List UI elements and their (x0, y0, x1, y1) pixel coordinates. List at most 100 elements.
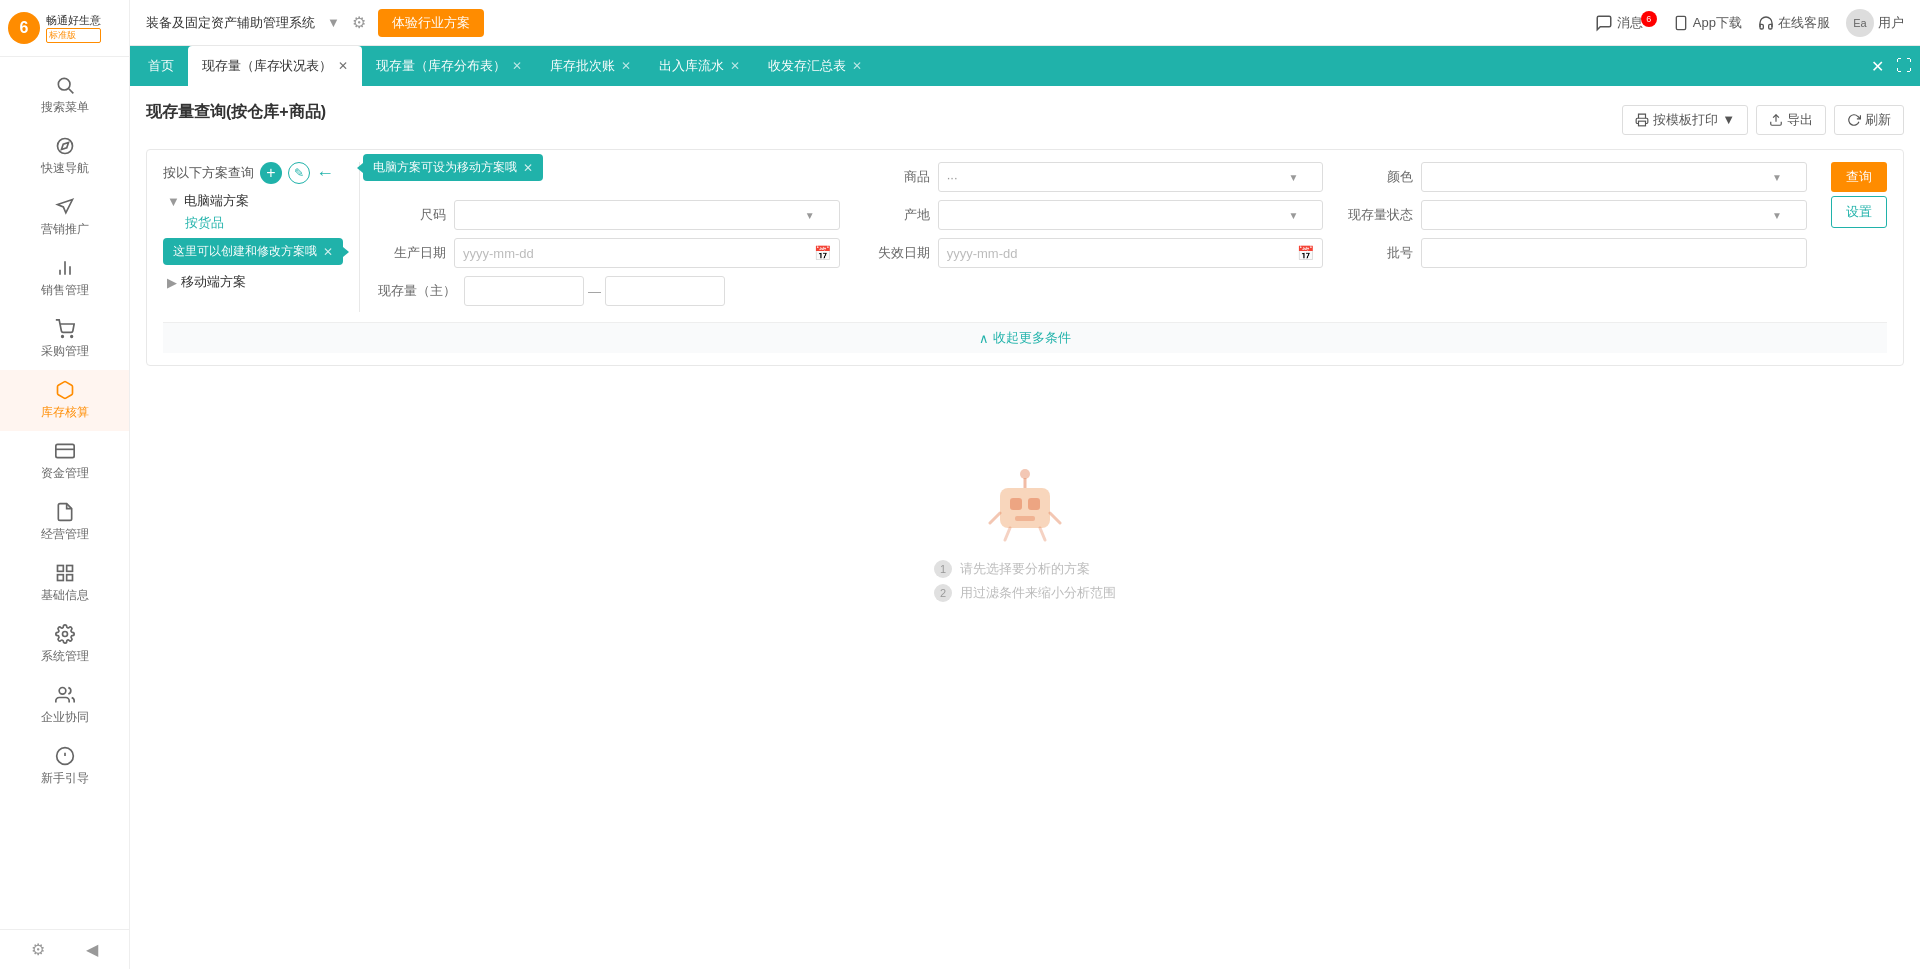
produce-date-placeholder: yyyy-mm-dd (463, 246, 534, 261)
origin-select[interactable]: ▼ (938, 200, 1324, 230)
svg-point-16 (59, 688, 66, 695)
search-btn[interactable]: 查询 (1831, 162, 1887, 192)
product-placeholder: ··· (947, 170, 958, 185)
tab-close-all-btn[interactable]: ✕ (1867, 53, 1888, 80)
add-scheme-btn[interactable]: + (260, 162, 282, 184)
tab-expand-btn[interactable]: ⛶ (1892, 53, 1916, 79)
message-badge: 6 (1641, 11, 1657, 27)
system-dropdown-icon[interactable]: ▼ (327, 15, 340, 30)
refresh-icon (1847, 113, 1861, 127)
tooltip-scheme-text: 电脑方案可设为移动方案哦 (373, 159, 517, 176)
chart-icon (55, 258, 75, 278)
stock-status-dropdown-icon: ▼ (1772, 210, 1782, 221)
filter-area: 按以下方案查询 + ✎ ← 电脑方案可设为移动方案哦 ✕ (146, 149, 1904, 366)
sidebar-item-inventory[interactable]: 库存核算 (0, 370, 129, 431)
compass-icon (55, 136, 75, 156)
stock-max-input[interactable] (605, 276, 725, 306)
svg-line-33 (1040, 528, 1045, 540)
origin-control: ▼ (938, 200, 1324, 230)
sidebar-item-quick[interactable]: 快速导航 (0, 126, 129, 187)
expire-date-input[interactable]: yyyy-mm-dd 📅 (938, 238, 1324, 268)
sidebar-item-finance[interactable]: 资金管理 (0, 431, 129, 492)
trial-btn[interactable]: 体验行业方案 (378, 9, 484, 37)
svg-point-7 (61, 336, 63, 338)
reset-btn[interactable]: 设置 (1831, 196, 1887, 228)
sidebar-item-label: 经营管理 (41, 526, 89, 543)
svg-line-32 (1005, 528, 1010, 540)
tab-2[interactable]: 库存批次账 ✕ (536, 46, 645, 86)
sidebar-item-label: 销售管理 (41, 282, 89, 299)
sidebar-item-operation[interactable]: 经营管理 (0, 492, 129, 553)
tab-close-3[interactable]: ✕ (730, 59, 740, 73)
color-control: ▼ (1421, 162, 1807, 192)
back-arrow-icon[interactable]: ← (316, 163, 334, 184)
size-select[interactable]: ▼ (454, 200, 840, 230)
scheme-group-1-label: 电脑端方案 (184, 192, 249, 210)
stock-min-input[interactable] (464, 276, 584, 306)
tab-1[interactable]: 现存量（库存分布表） ✕ (362, 46, 536, 86)
scheme-group-1[interactable]: ▼ 电脑端方案 (163, 190, 343, 212)
field-color: 颜色 ▼ (1343, 162, 1807, 192)
tab-home[interactable]: 首页 (134, 57, 188, 75)
logo-icon: 6 (8, 12, 40, 44)
stock-status-label: 现存量状态 (1343, 206, 1413, 224)
scheme-item-0[interactable]: 按货品 (181, 212, 343, 234)
batch-input[interactable] (1421, 238, 1807, 268)
export-btn[interactable]: 导出 (1756, 105, 1826, 135)
message-btn[interactable]: 消息 6 (1595, 14, 1657, 32)
sidebar-item-system[interactable]: 系统管理 (0, 614, 129, 675)
svg-rect-25 (1010, 498, 1022, 510)
tooltip-scheme-close[interactable]: ✕ (523, 161, 533, 175)
produce-date-control: yyyy-mm-dd 📅 (454, 238, 840, 268)
stock-status-select[interactable]: ▼ (1421, 200, 1807, 230)
tab-close-4[interactable]: ✕ (852, 59, 862, 73)
edit-scheme-btn[interactable]: ✎ (288, 162, 310, 184)
handshake-icon (55, 685, 75, 705)
tooltip-edit-close[interactable]: ✕ (323, 245, 333, 259)
sidebar-item-guide[interactable]: 新手引导 (0, 736, 129, 797)
export-icon (1769, 113, 1783, 127)
tab-label-1: 现存量（库存分布表） (376, 57, 506, 75)
empty-hints: 1 请先选择要分析的方案 2 用过滤条件来缩小分析范围 (934, 560, 1116, 602)
print-icon (1635, 113, 1649, 127)
print-btn[interactable]: 按模板打印 ▼ (1622, 105, 1748, 135)
sidebar-item-sales[interactable]: 销售管理 (0, 248, 129, 309)
scheme-toggle-2-icon: ▶ (167, 275, 177, 290)
app-download-btn[interactable]: App下载 (1673, 14, 1742, 32)
collapse-sidebar-icon[interactable]: ◀ (86, 940, 98, 959)
size-label: 尺码 (376, 206, 446, 224)
product-select[interactable]: ··· ▼ (938, 162, 1324, 192)
origin-dropdown-icon: ▼ (1288, 210, 1298, 221)
sidebar-item-label: 采购管理 (41, 343, 89, 360)
filter-label: 按以下方案查询 (163, 164, 254, 182)
origin-label: 产地 (860, 206, 930, 224)
tab-close-2[interactable]: ✕ (621, 59, 631, 73)
search-reset-group: 查询 设置 (1831, 162, 1887, 228)
tab-4[interactable]: 收发存汇总表 ✕ (754, 46, 876, 86)
online-support-btn[interactable]: 在线客服 (1758, 14, 1830, 32)
stock-range-dash: — (588, 284, 601, 299)
sidebar-item-basic[interactable]: 基础信息 (0, 553, 129, 614)
sidebar-item-search[interactable]: 搜索菜单 (0, 65, 129, 126)
tab-0[interactable]: 现存量（库存状况表） ✕ (188, 46, 362, 86)
avatar: Ea (1846, 9, 1874, 37)
tab-close-0[interactable]: ✕ (338, 59, 348, 73)
tab-3[interactable]: 出入库流水 ✕ (645, 46, 754, 86)
sidebar-item-marketing[interactable]: 营销推广 (0, 187, 129, 248)
topbar-gear-icon[interactable]: ⚙ (352, 13, 366, 32)
collapse-bar[interactable]: ∧ 收起更多条件 (163, 322, 1887, 353)
refresh-btn[interactable]: 刷新 (1834, 105, 1904, 135)
info-icon (55, 746, 75, 766)
sidebar-item-label: 营销推广 (41, 221, 89, 238)
topbar-right: 消息 6 App下载 在线客服 Ea 用户 (1595, 9, 1904, 37)
sidebar-item-purchase[interactable]: 采购管理 (0, 309, 129, 370)
sidebar-item-label: 新手引导 (41, 770, 89, 787)
settings-bottom-icon[interactable]: ⚙ (31, 940, 45, 959)
color-select[interactable]: ▼ (1421, 162, 1807, 192)
tab-close-1[interactable]: ✕ (512, 59, 522, 73)
user-btn[interactable]: Ea 用户 (1846, 9, 1904, 37)
produce-date-input[interactable]: yyyy-mm-dd 📅 (454, 238, 840, 268)
scheme-item-0-label: 按货品 (185, 214, 224, 232)
scheme-group-2[interactable]: ▶ 移动端方案 (163, 269, 343, 295)
sidebar-item-enterprise[interactable]: 企业协同 (0, 675, 129, 736)
